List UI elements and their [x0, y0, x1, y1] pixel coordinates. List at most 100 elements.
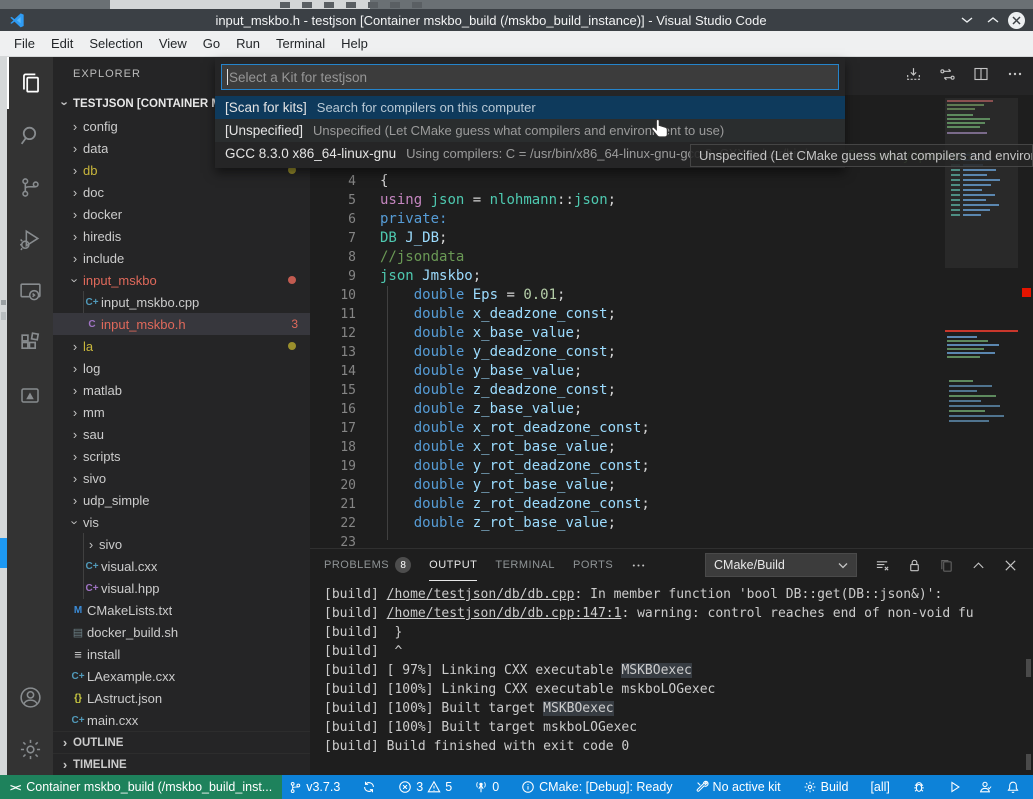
status-launch-button[interactable] — [941, 775, 969, 799]
tree-item-input-mskbo-cpp[interactable]: C+ input_mskbo.cpp — [53, 291, 310, 313]
code-line: 22 double z_rot_base_value; — [310, 514, 950, 533]
tree-item-lastruct-json[interactable]: {} LAstruct.json — [53, 687, 310, 709]
tree-item-label: sivo — [99, 536, 123, 552]
output-file-link[interactable]: /home/testjson/db/db.cpp — [387, 587, 575, 602]
menu-file[interactable]: File — [6, 31, 43, 56]
section-timeline[interactable]: › TIMELINE — [53, 753, 310, 775]
remote-indicator[interactable]: >< Container mskbo_build (/mskbo_build_i… — [0, 775, 283, 799]
output-channel-select[interactable]: CMake/Build — [705, 553, 857, 577]
lock-scroll-icon[interactable] — [905, 556, 923, 574]
status-debug-button[interactable] — [905, 775, 933, 799]
more-actions-icon[interactable] — [1005, 64, 1025, 84]
open-in-editor-icon[interactable] — [937, 556, 955, 574]
panel-tab-output[interactable]: OUTPUT — [429, 549, 478, 581]
clear-output-icon[interactable] — [873, 556, 891, 574]
activity-extensions[interactable] — [7, 317, 53, 369]
tree-item-sivo[interactable]: › sivo — [53, 467, 310, 489]
status-problems-counts[interactable]: 35 — [391, 775, 459, 799]
switch-header-source-icon[interactable] — [937, 64, 957, 84]
chevron-right-icon: › — [88, 536, 94, 552]
close-panel-icon[interactable] — [1001, 556, 1019, 574]
install-package-icon[interactable] — [903, 64, 923, 84]
status-cmake-version[interactable]: v3.7.3 — [282, 775, 347, 799]
tree-item-sivo[interactable]: › sivo — [53, 533, 310, 555]
minimize-button[interactable] — [956, 11, 978, 29]
kit-option-0[interactable]: [Scan for kits] Search for compilers on t… — [215, 96, 845, 119]
tree-item-include[interactable]: › include — [53, 247, 310, 269]
panel-tab-ports[interactable]: PORTS — [573, 550, 613, 581]
tree-item-cmakelists-txt[interactable]: M CMakeLists.txt — [53, 599, 310, 621]
panel-more-actions-icon[interactable] — [631, 550, 646, 581]
line-number: 18 — [340, 440, 356, 455]
panel-tab-problems[interactable]: PROBLEMS 8 — [324, 550, 412, 581]
chevron-right-icon: › — [72, 470, 78, 486]
code-view[interactable]: 4{5 using json = nlohmann::json; 6 private:… — [310, 172, 950, 552]
status-label: CMake: [Debug]: Ready — [539, 780, 673, 794]
tree-item-visual-hpp[interactable]: C+ visual.hpp — [53, 577, 310, 599]
tree-item-mm[interactable]: › mm — [53, 401, 310, 423]
panel-scrollbar[interactable] — [1026, 659, 1031, 677]
tree-item-main-cxx[interactable]: C+ main.cxx — [53, 709, 310, 731]
activity-run-and-debug[interactable] — [7, 213, 53, 265]
line-number: 9 — [348, 269, 356, 284]
status-sync-button[interactable] — [355, 775, 383, 799]
tree-item-matlab[interactable]: › matlab — [53, 379, 310, 401]
close-button[interactable] — [1008, 11, 1025, 29]
tree-item-udp-simple[interactable]: › udp_simple — [53, 489, 310, 511]
tree-item-log[interactable]: › log — [53, 357, 310, 379]
maximize-panel-icon[interactable] — [969, 556, 987, 574]
tree-item-la[interactable]: › la — [53, 335, 310, 357]
status-notifications[interactable] — [999, 775, 1027, 799]
activity-image-preview[interactable] — [7, 369, 53, 421]
quick-pick-input[interactable]: Select a Kit for testjson — [221, 64, 839, 90]
menu-edit[interactable]: Edit — [43, 31, 81, 56]
menu-selection[interactable]: Selection — [81, 31, 150, 56]
sh-file-icon: ▤ — [72, 626, 84, 639]
status-active-kit[interactable]: No active kit — [688, 775, 788, 799]
activity-bar — [7, 57, 53, 775]
menu-terminal[interactable]: Terminal — [268, 31, 333, 56]
split-editor-icon[interactable] — [971, 64, 991, 84]
kit-option-1[interactable]: [Unspecified] Unspecified (Let CMake gues… — [215, 119, 845, 142]
tree-item-vis[interactable]: › vis — [53, 511, 310, 533]
status-build-button[interactable]: Build — [796, 775, 856, 799]
output-console[interactable]: [build] /home/testjson/db/db.cpp: In mem… — [310, 581, 1033, 773]
output-file-link[interactable]: /home/testjson/db/db.cpp:147:1 — [387, 606, 622, 621]
menu-go[interactable]: Go — [195, 31, 228, 56]
menu-view[interactable]: View — [151, 31, 195, 56]
code-line: 14 double y_base_value; — [310, 362, 950, 381]
tree-item-laexample-cxx[interactable]: C+ LAexample.cxx — [53, 665, 310, 687]
activity-remote-explorer[interactable] — [7, 265, 53, 317]
maximize-button[interactable] — [982, 11, 1004, 29]
tree-item-hiredis[interactable]: › hiredis — [53, 225, 310, 247]
menu-help[interactable]: Help — [333, 31, 376, 56]
activity-settings[interactable] — [7, 723, 53, 775]
tree-item-input-mskbo-h[interactable]: Cinput_mskbo.h 3 — [53, 313, 310, 335]
tree-item-sau[interactable]: › sau — [53, 423, 310, 445]
status-cmake-status[interactable]: CMake: [Debug]: Ready — [514, 775, 679, 799]
panel-scrollbar-thumb[interactable] — [1026, 754, 1031, 770]
status-feedback[interactable] — [971, 775, 999, 799]
line-number: 4 — [348, 174, 356, 189]
tree-item-docker-build-sh[interactable]: ▤ docker_build.sh — [53, 621, 310, 643]
activity-search[interactable] — [7, 109, 53, 161]
problems-count-badge: 8 — [395, 557, 412, 573]
activity-account[interactable] — [7, 671, 53, 723]
tree-item-doc[interactable]: › doc — [53, 181, 310, 203]
minimap[interactable] — [945, 98, 1018, 558]
status-build-target[interactable]: [all] — [863, 775, 896, 799]
tree-item-install[interactable]: ≡ install — [53, 643, 310, 665]
menu-run[interactable]: Run — [228, 31, 268, 56]
status-label: 5 — [445, 780, 453, 794]
code-line: 17 double x_rot_deadzone_const; — [310, 419, 950, 438]
activity-explorer[interactable] — [7, 57, 53, 109]
tree-item-docker[interactable]: › docker — [53, 203, 310, 225]
section-outline[interactable]: › OUTLINE — [53, 731, 310, 753]
tree-item-scripts[interactable]: › scripts — [53, 445, 310, 467]
tree-item-visual-cxx[interactable]: C+ visual.cxx — [53, 555, 310, 577]
panel-tab-terminal[interactable]: TERMINAL — [495, 550, 555, 581]
tools-icon — [695, 780, 709, 794]
activity-source-control[interactable] — [7, 161, 53, 213]
status-ports-indicator[interactable]: 0 — [467, 775, 506, 799]
tree-item-input-mskbo[interactable]: › input_mskbo — [53, 269, 310, 291]
